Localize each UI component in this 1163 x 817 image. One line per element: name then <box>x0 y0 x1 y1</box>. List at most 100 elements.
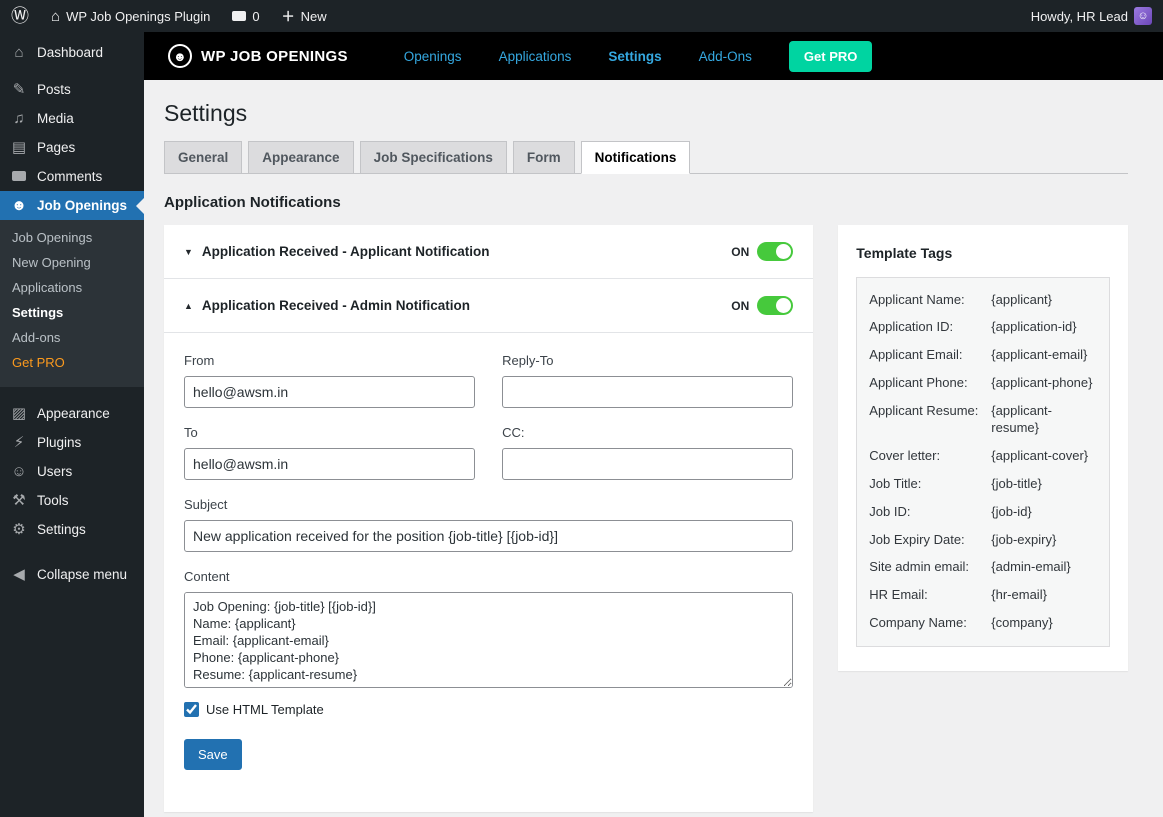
tab-job-specifications[interactable]: Job Specifications <box>359 141 507 174</box>
sidebar-item-users[interactable]: ☺ Users <box>0 457 144 486</box>
gear-icon: ⚙ <box>12 521 26 538</box>
admin-notification-form: From Reply-To To CC: <box>164 333 813 812</box>
template-tag-row: Applicant Phone: {applicant-phone} <box>857 370 1109 398</box>
collapse-menu-button[interactable]: ◀ Collapse menu <box>0 560 144 589</box>
tag-label: Job Expiry Date: <box>869 531 965 547</box>
submenu-item-applications[interactable]: Applications <box>0 275 144 300</box>
pin-icon: ✎ <box>12 81 26 98</box>
nav-settings[interactable]: Settings <box>608 49 661 64</box>
get-pro-button[interactable]: Get PRO <box>788 40 873 72</box>
collapse-menu-label: Collapse menu <box>37 567 128 582</box>
settings-tabs: General Appearance Job Specifications Fo… <box>164 141 1128 174</box>
accordion-admin-notification[interactable]: ▲ Application Received - Admin Notificat… <box>164 279 814 333</box>
sidebar-item-appearance[interactable]: ▨ Appearance <box>0 399 144 428</box>
appearance-icon: ▨ <box>11 405 27 422</box>
tag-value: {applicant-email} <box>991 347 1088 363</box>
sidebar-item-plugins[interactable]: ⚡ Plugins <box>0 428 144 457</box>
avatar: ☺ <box>1134 7 1152 25</box>
sidebar-item-media[interactable]: ♫ Media <box>0 104 144 133</box>
applicant-notification-toggle[interactable] <box>757 242 794 261</box>
home-icon: ⌂ <box>51 7 61 25</box>
sidebar-item-label: Media <box>37 111 74 126</box>
tag-value: {applicant-cover} <box>991 447 1089 463</box>
use-html-template-option[interactable]: Use HTML Template <box>184 702 793 717</box>
sidebar-item-posts[interactable]: ✎ Posts <box>0 75 144 104</box>
comments-menu[interactable]: 0 <box>221 0 270 32</box>
wp-job-openings-logo-icon: ☻ <box>168 44 192 68</box>
tag-value: {company} <box>991 615 1053 631</box>
template-tag-row: Cover letter: {applicant-cover} <box>857 442 1109 470</box>
submenu-item-settings[interactable]: Settings <box>0 300 144 325</box>
toggle-knob <box>776 244 792 259</box>
tools-icon: ⚒ <box>12 492 26 509</box>
content-columns: ▼ Application Received - Applicant Notif… <box>164 225 1128 812</box>
sidebar-item-comments[interactable]: Comments <box>0 162 144 191</box>
sidebar-item-label: Posts <box>37 82 71 97</box>
use-html-template-checkbox[interactable] <box>184 702 199 717</box>
subject-field: Subject <box>184 497 794 552</box>
template-tag-row: Applicant Email: {applicant-email} <box>857 342 1109 370</box>
submenu-item-job-openings[interactable]: Job Openings <box>0 225 144 250</box>
sidebar-item-tools[interactable]: ⚒ Tools <box>0 486 144 515</box>
from-input[interactable] <box>184 376 476 408</box>
submenu-item-new-opening[interactable]: New Opening <box>0 250 144 275</box>
nav-applications[interactable]: Applications <box>499 49 572 64</box>
page-title: Settings <box>164 100 248 126</box>
content-textarea[interactable]: Job Opening: {job-title} [{job-id}] Name… <box>184 592 794 688</box>
use-html-template-label: Use HTML Template <box>206 702 324 717</box>
reply-to-input[interactable] <box>502 376 794 408</box>
subject-input[interactable] <box>184 520 794 552</box>
job-openings-icon: ☻ <box>11 197 27 214</box>
template-tag-row: Site admin email: {admin-email} <box>857 554 1109 582</box>
submenu-item-get-pro[interactable]: Get PRO <box>0 350 144 375</box>
comments-icon <box>232 11 247 21</box>
sidebar-item-pages[interactable]: ▤ Pages <box>0 133 144 162</box>
cc-input[interactable] <box>502 448 794 480</box>
template-tag-row: Application ID: {application-id} <box>857 314 1109 342</box>
content-label: Content <box>184 569 230 584</box>
users-icon: ☺ <box>11 463 27 480</box>
sidebar-item-job-openings[interactable]: ☻ Job Openings <box>0 191 144 220</box>
save-button[interactable]: Save <box>184 739 242 770</box>
to-input[interactable] <box>184 448 476 480</box>
reply-to-label: Reply-To <box>502 353 554 368</box>
template-tags-panel: Template Tags Applicant Name: {applicant… <box>838 225 1128 671</box>
cc-label: CC: <box>502 425 525 440</box>
dashboard-icon: ⌂ <box>14 44 24 61</box>
tab-form[interactable]: Form <box>512 141 575 174</box>
site-name-menu[interactable]: ⌂ WP Job Openings Plugin <box>40 0 221 32</box>
tab-notifications[interactable]: Notifications <box>580 141 691 174</box>
tag-label: Applicant Name: <box>869 291 965 307</box>
admin-bar: Ⓦ ⌂ WP Job Openings Plugin 0 ＋ New Howdy… <box>0 0 1163 32</box>
nav-addons[interactable]: Add-Ons <box>699 49 752 64</box>
toggle-state-label: ON <box>731 298 750 313</box>
accordion-applicant-notification[interactable]: ▼ Application Received - Applicant Notif… <box>164 225 814 279</box>
template-tag-row: Company Name: {company} <box>857 610 1109 638</box>
plugin-icon: ⚡ <box>13 434 25 451</box>
submenu-item-addons[interactable]: Add-ons <box>0 325 144 350</box>
template-tag-row: Applicant Name: {applicant} <box>857 286 1109 314</box>
howdy-account-menu[interactable]: Howdy, HR Lead ☺ <box>1020 0 1163 32</box>
wordpress-menu[interactable]: Ⓦ <box>0 0 40 32</box>
tab-general[interactable]: General <box>164 141 243 174</box>
nav-openings[interactable]: Openings <box>404 49 462 64</box>
plugin-brand: ☻ WP JOB OPENINGS <box>168 44 348 68</box>
accordion-title: Application Received - Admin Notificatio… <box>201 298 470 313</box>
admin-notification-toggle[interactable] <box>757 296 794 315</box>
pages-icon: ▤ <box>11 139 27 156</box>
new-content-menu[interactable]: ＋ New <box>271 0 338 32</box>
howdy-text: Howdy, HR Lead <box>1030 8 1128 24</box>
wordpress-logo-icon: Ⓦ <box>11 6 29 26</box>
sidebar-item-settings[interactable]: ⚙ Settings <box>0 515 144 544</box>
sidebar-item-dashboard[interactable]: ⌂ Dashboard <box>0 38 144 67</box>
tab-appearance[interactable]: Appearance <box>248 141 354 174</box>
sidebar-item-label: Comments <box>37 169 103 184</box>
subject-label: Subject <box>184 497 228 512</box>
cc-field: CC: <box>502 425 794 480</box>
admin-sidebar: ⌂ Dashboard ✎ Posts ♫ Media ▤ Pages Comm… <box>0 32 144 817</box>
comments-icon <box>9 169 29 184</box>
sidebar-item-label: Dashboard <box>37 45 104 60</box>
plus-icon: ＋ <box>281 8 295 24</box>
sidebar-item-label: Settings <box>37 522 86 537</box>
tag-label: Company Name: <box>869 615 967 631</box>
